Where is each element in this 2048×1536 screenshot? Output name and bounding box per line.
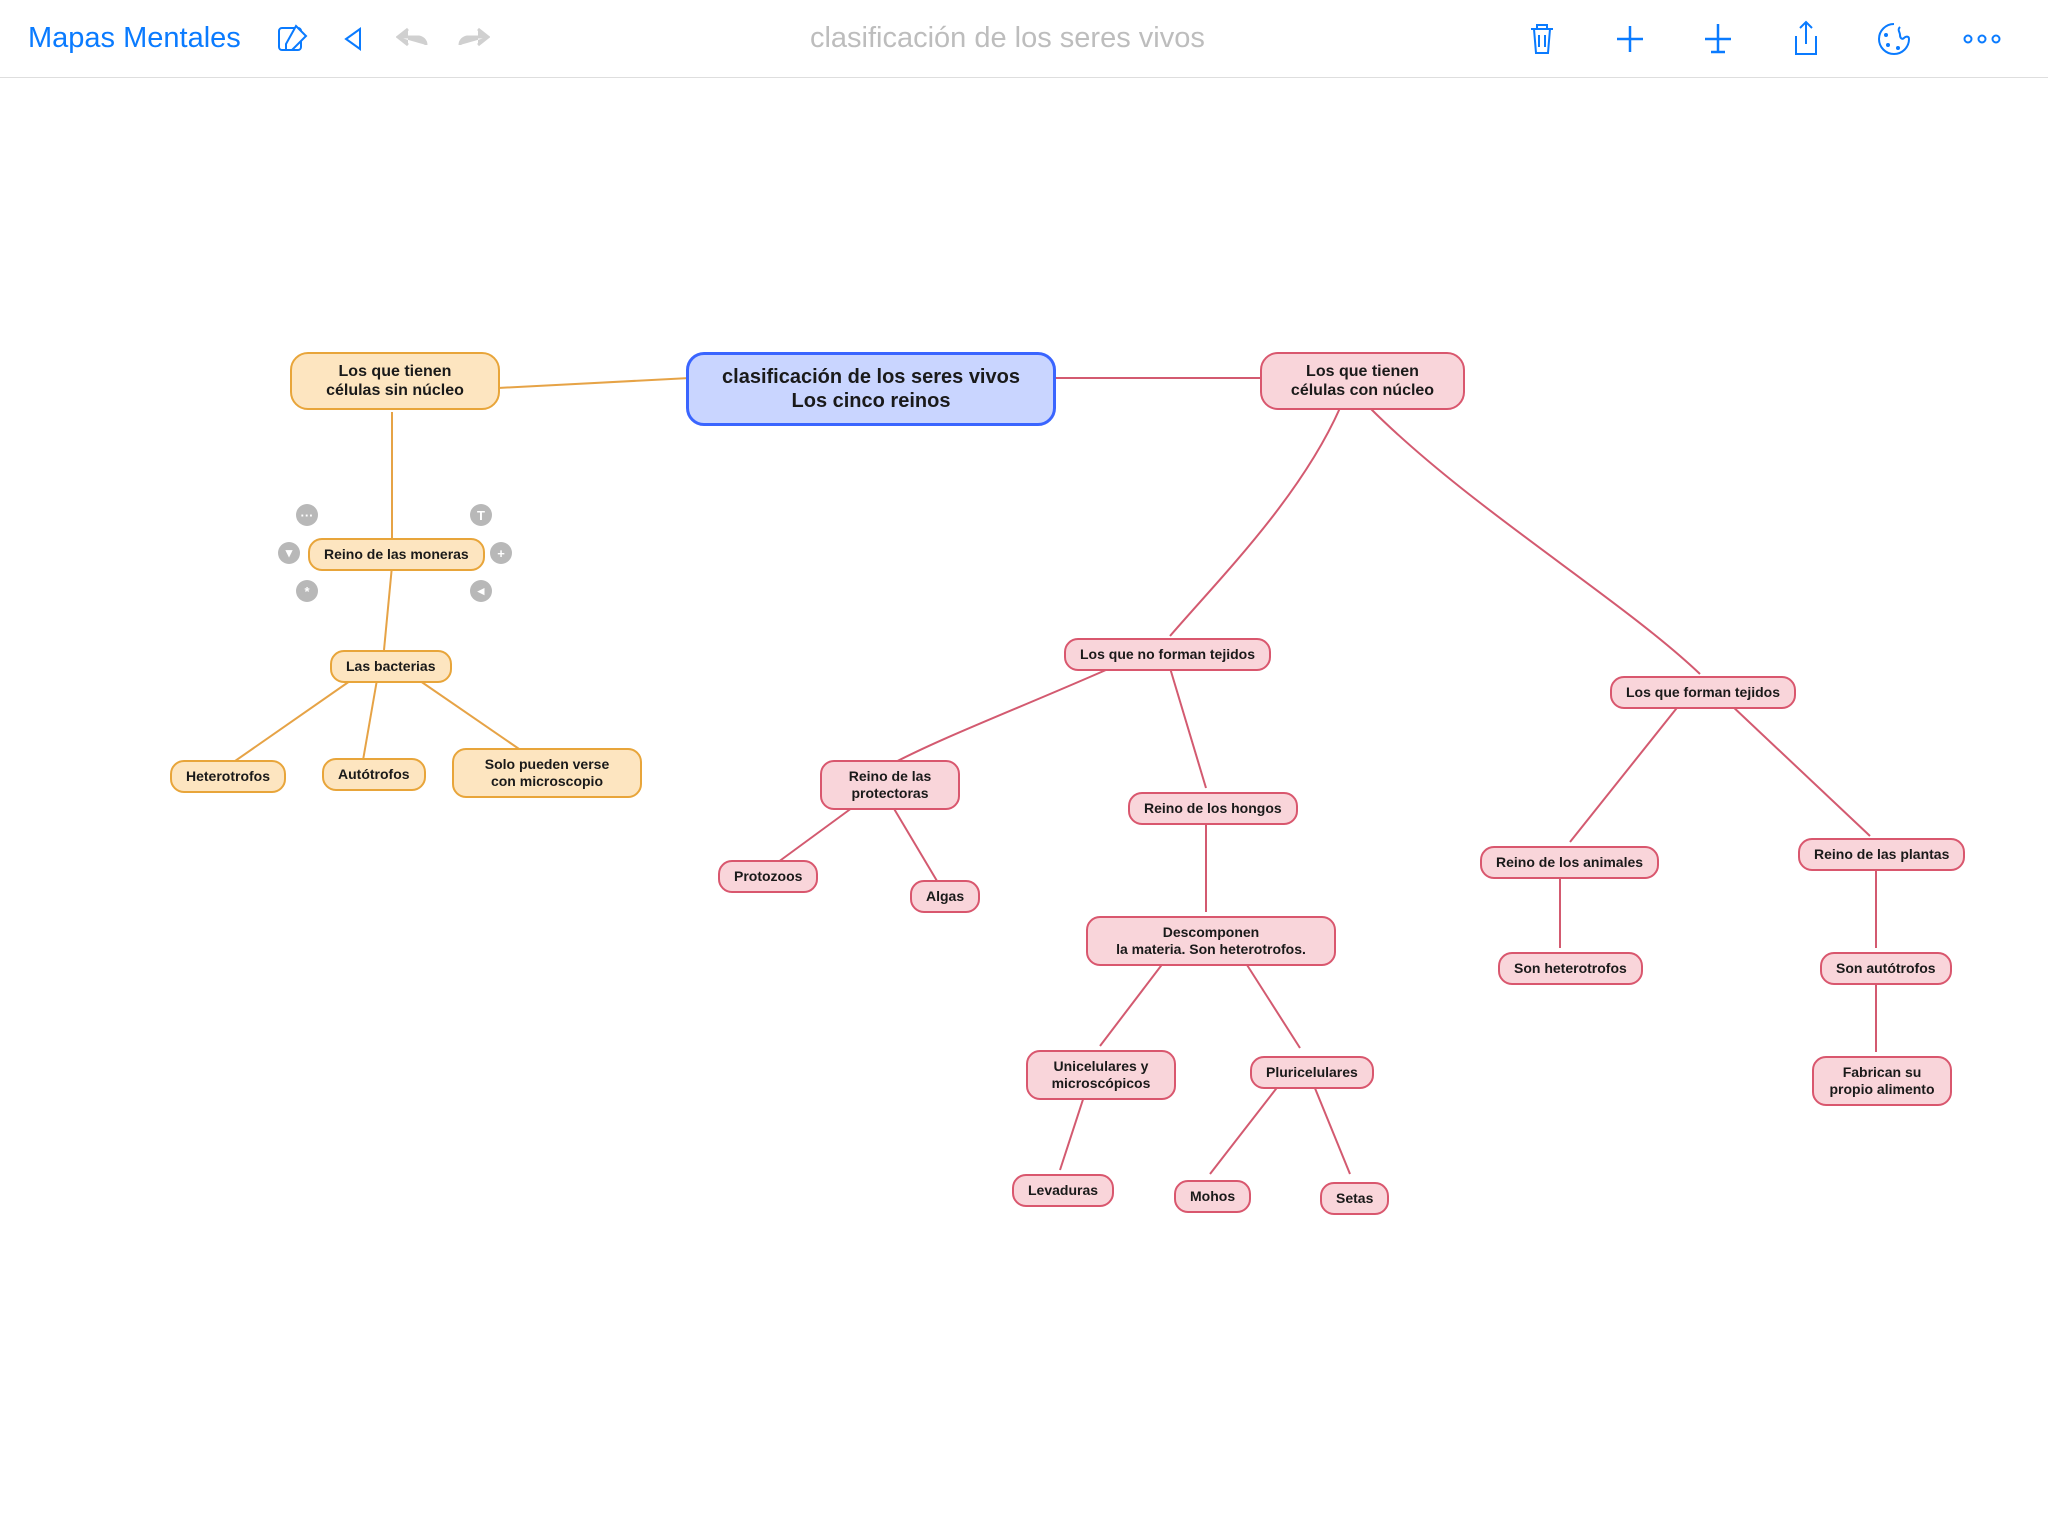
node-left-handle[interactable]: ◂ xyxy=(470,580,492,602)
edge-layer xyxy=(0,78,2048,1536)
node-text-handle[interactable]: T xyxy=(470,504,492,526)
undo-icon[interactable] xyxy=(383,9,443,69)
node-setas[interactable]: Setas xyxy=(1320,1182,1389,1215)
node-levaduras[interactable]: Levaduras xyxy=(1012,1174,1114,1207)
node-pluricelulares[interactable]: Pluricelulares xyxy=(1250,1056,1374,1089)
compose-icon[interactable] xyxy=(263,9,323,69)
node-add-handle[interactable]: + xyxy=(490,542,512,564)
node-plantas[interactable]: Reino de las plantas xyxy=(1798,838,1965,871)
node-hongos[interactable]: Reino de los hongos xyxy=(1128,792,1298,825)
play-back-icon[interactable] xyxy=(323,9,383,69)
node-son-autotrofos[interactable]: Son autótrofos xyxy=(1820,952,1952,985)
back-button[interactable]: Mapas Mentales xyxy=(28,22,241,55)
node-bacterias[interactable]: Las bacterias xyxy=(330,650,452,683)
node-tejidos[interactable]: Los que forman tejidos xyxy=(1610,676,1796,709)
node-protozoos[interactable]: Protozoos xyxy=(718,860,818,893)
redo-icon[interactable] xyxy=(443,9,503,69)
node-collapse-handle[interactable]: ▾ xyxy=(278,542,300,564)
document-title: clasificación de los seres vivos xyxy=(503,22,1512,55)
add-child-icon[interactable] xyxy=(1688,9,1748,69)
trash-icon[interactable] xyxy=(1512,9,1572,69)
node-unicelulares[interactable]: Unicelulares y microscópicos xyxy=(1026,1050,1176,1100)
add-node-icon[interactable] xyxy=(1600,9,1660,69)
node-fabrican[interactable]: Fabrican su propio alimento xyxy=(1812,1056,1952,1106)
app-toolbar: Mapas Mentales clasificación de los sere… xyxy=(0,0,2048,78)
node-no-tejidos[interactable]: Los que no forman tejidos xyxy=(1064,638,1271,671)
node-son-heterotrofos[interactable]: Son heterotrofos xyxy=(1498,952,1643,985)
share-icon[interactable] xyxy=(1776,9,1836,69)
node-left-header[interactable]: Los que tienen células sin núcleo xyxy=(290,352,500,410)
more-icon[interactable] xyxy=(1952,9,2012,69)
node-moneras[interactable]: Reino de las moneras xyxy=(308,538,485,571)
node-descomponen[interactable]: Descomponen la materia. Son heterotrofos… xyxy=(1086,916,1336,966)
node-mohos[interactable]: Mohos xyxy=(1174,1180,1251,1213)
node-right-header[interactable]: Los que tienen células con núcleo xyxy=(1260,352,1465,410)
node-protectoras[interactable]: Reino de las protectoras xyxy=(820,760,960,810)
node-heterotrofos[interactable]: Heterotrofos xyxy=(170,760,286,793)
palette-icon[interactable] xyxy=(1864,9,1924,69)
node-menu-handle[interactable]: ··· xyxy=(296,504,318,526)
node-root[interactable]: clasificación de los seres vivos Los cin… xyxy=(686,352,1056,426)
node-microscopio[interactable]: Solo pueden verse con microscopio xyxy=(452,748,642,798)
node-star-handle[interactable]: * xyxy=(296,580,318,602)
node-animales[interactable]: Reino de los animales xyxy=(1480,846,1659,879)
node-autotrofos[interactable]: Autótrofos xyxy=(322,758,426,791)
node-algas[interactable]: Algas xyxy=(910,880,980,913)
